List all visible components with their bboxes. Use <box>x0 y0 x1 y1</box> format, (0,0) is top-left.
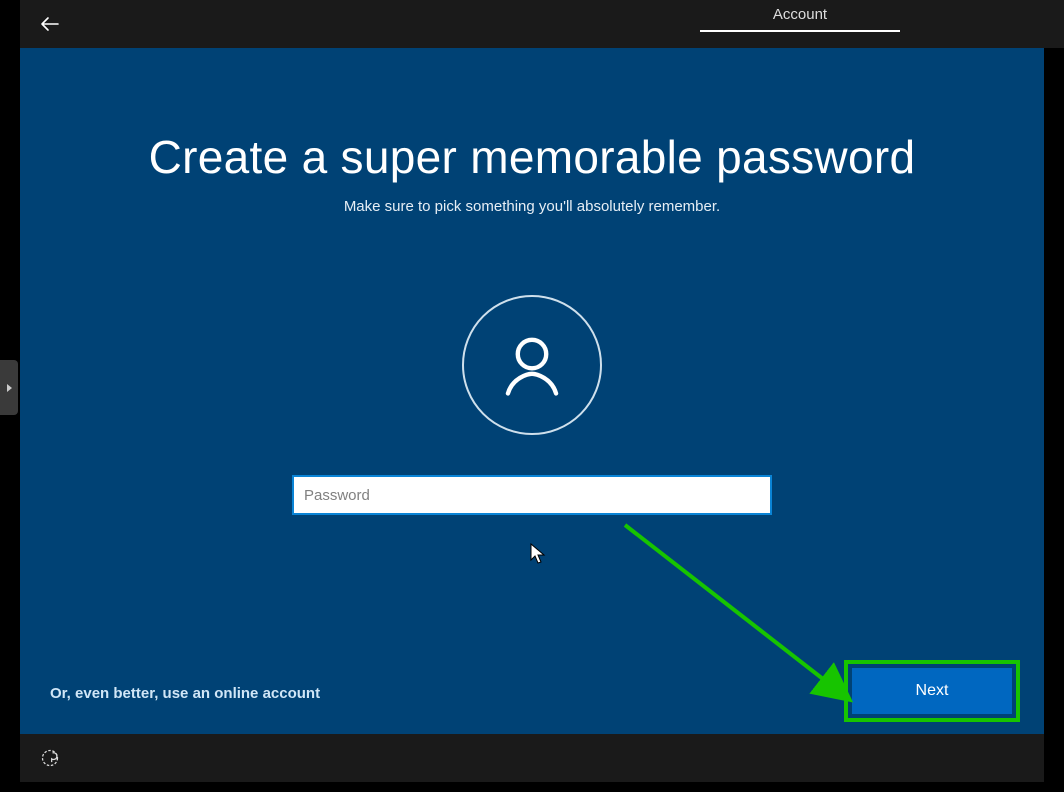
use-online-account-link[interactable]: Or, even better, use an online account <box>50 685 320 702</box>
accessibility-icon <box>40 748 60 768</box>
user-avatar-circle <box>462 295 602 435</box>
annotation-arrow <box>620 520 880 730</box>
next-button[interactable]: Next <box>852 668 1012 714</box>
vm-side-handle[interactable] <box>0 360 18 415</box>
back-button[interactable] <box>30 4 70 44</box>
user-icon <box>497 330 567 400</box>
page-subtitle: Make sure to pick something you'll absol… <box>20 198 1044 215</box>
top-bar: Account <box>20 0 1064 48</box>
page-title: Create a super memorable password <box>20 130 1044 184</box>
main-panel: Create a super memorable password Make s… <box>20 48 1044 734</box>
ease-of-access-button[interactable] <box>34 742 66 774</box>
password-input[interactable] <box>292 475 772 515</box>
arrow-left-icon <box>38 12 62 36</box>
stage-tab-account[interactable]: Account <box>700 0 900 32</box>
footer-bar <box>20 734 1044 782</box>
mouse-cursor-icon <box>530 543 548 567</box>
